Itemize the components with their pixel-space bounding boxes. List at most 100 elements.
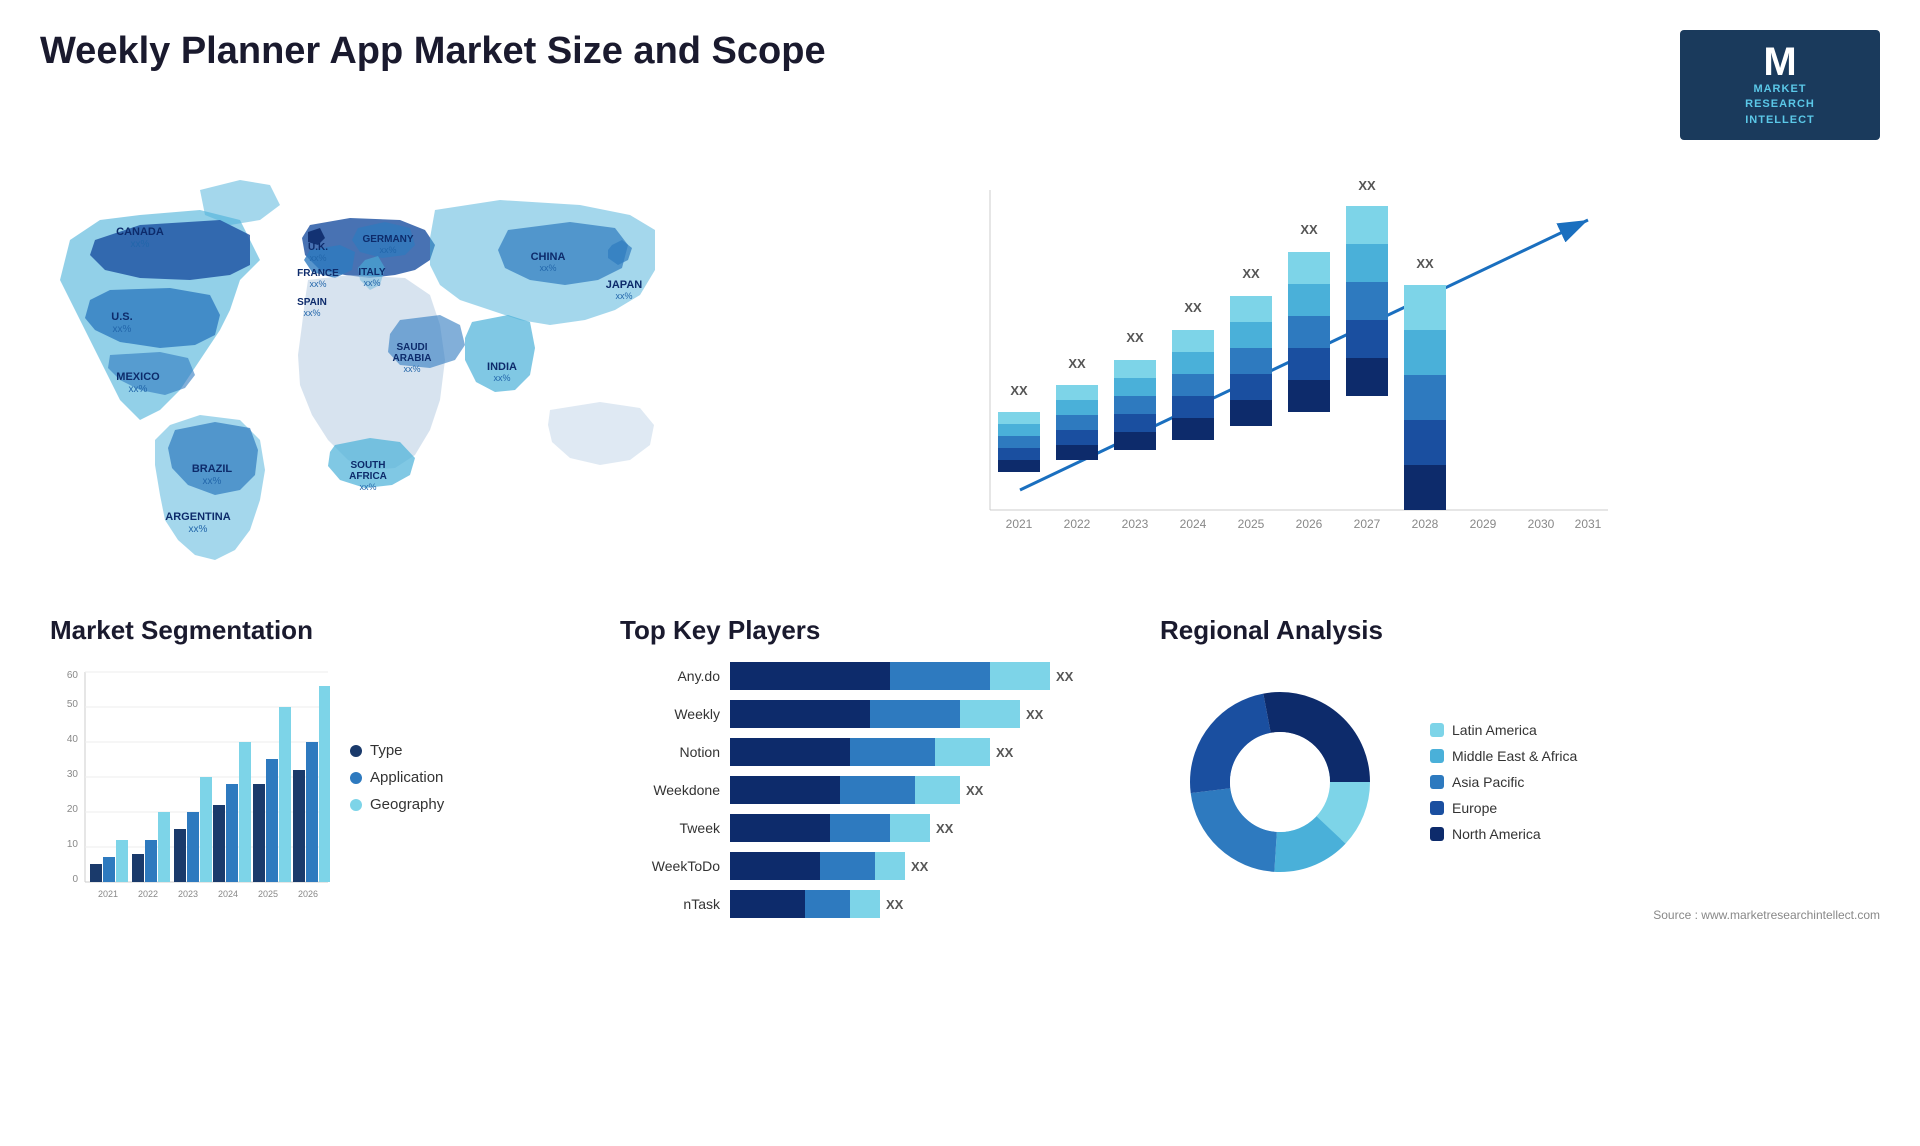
logo-letter: M	[1763, 42, 1796, 82]
svg-text:2027: 2027	[1354, 517, 1381, 531]
svg-text:2021: 2021	[1006, 517, 1033, 531]
player-bar-anydo: XX	[730, 662, 1140, 690]
india-label: INDIA	[487, 361, 517, 373]
svg-text:xx%: xx%	[309, 279, 326, 289]
player-bar-notion: XX	[730, 738, 1140, 766]
player-name-weektodo: WeekToDo	[620, 858, 720, 874]
legend-geography: Geography	[350, 796, 444, 813]
svg-text:XX: XX	[1300, 222, 1318, 237]
geography-dot	[350, 799, 362, 811]
geography-label: Geography	[370, 796, 444, 813]
svg-text:xx%: xx%	[359, 482, 376, 492]
svg-text:XX: XX	[1126, 330, 1144, 345]
bar-chart-section: XX XX XX XX	[680, 160, 1880, 595]
svg-text:2030: 2030	[1528, 517, 1555, 531]
type-dot	[350, 745, 362, 757]
type-label: Type	[370, 742, 403, 759]
players-section: Top Key Players Any.do XX Weekly	[620, 615, 1140, 928]
canada-label: CANADA	[116, 226, 164, 238]
svg-text:2025: 2025	[258, 889, 278, 899]
southafrica-label: SOUTH	[351, 460, 386, 471]
europe-dot	[1430, 801, 1444, 815]
header: Weekly Planner App Market Size and Scope…	[40, 30, 1880, 140]
bottom-section: Market Segmentation 0 10 20 30 40 50 60	[40, 615, 1880, 928]
player-bar-weekdone: XX	[730, 776, 1140, 804]
reg-latin: Latin America	[1430, 722, 1577, 738]
player-name-notion: Notion	[620, 744, 720, 760]
player-row-notion: Notion XX	[620, 738, 1140, 766]
player-row-weekdone: Weekdone XX	[620, 776, 1140, 804]
legend-application: Application	[350, 769, 444, 786]
latin-dot	[1430, 723, 1444, 737]
asiapac-dot	[1430, 775, 1444, 789]
svg-text:20: 20	[67, 804, 79, 815]
svg-text:XX: XX	[1010, 383, 1028, 398]
svg-text:50: 50	[67, 699, 79, 710]
player-xx-weekly: XX	[1026, 707, 1043, 722]
germany-label: GERMANY	[362, 234, 413, 245]
regional-section: Regional Analysis	[1160, 615, 1880, 928]
svg-text:2023: 2023	[178, 889, 198, 899]
seg-legend: Type Application Geography	[350, 662, 444, 823]
italy-label: ITALY	[358, 267, 386, 278]
player-name-weekdone: Weekdone	[620, 782, 720, 798]
map-container: CANADA xx% U.S. xx% MEXICO xx% BRAZIL xx…	[40, 160, 660, 580]
svg-text:2028: 2028	[1412, 517, 1439, 531]
mea-dot	[1430, 749, 1444, 763]
svg-text:xx%: xx%	[539, 263, 556, 273]
svg-text:2022: 2022	[1064, 517, 1091, 531]
donut-wrap: Latin America Middle East & Africa Asia …	[1160, 662, 1880, 902]
player-xx-weekdone: XX	[966, 783, 983, 798]
reg-asiapac: Asia Pacific	[1430, 774, 1577, 790]
svg-text:XX: XX	[1184, 300, 1202, 315]
player-name-ntask: nTask	[620, 896, 720, 912]
player-bar-tweek: XX	[730, 814, 1140, 842]
svg-text:2031: 2031	[1575, 517, 1602, 531]
svg-text:30: 30	[67, 769, 79, 780]
brazil-label: BRAZIL	[192, 463, 233, 475]
mexico-label: MEXICO	[116, 371, 160, 383]
reg-northam: North America	[1430, 826, 1577, 842]
main-grid: CANADA xx% U.S. xx% MEXICO xx% BRAZIL xx…	[40, 160, 1880, 928]
source-text: Source : www.marketresearchintellect.com	[1160, 908, 1880, 922]
argentina-label: ARGENTINA	[165, 511, 230, 523]
saudi-label: SAUDI	[396, 342, 427, 353]
svg-text:ARABIA: ARABIA	[393, 353, 432, 364]
donut-chart	[1160, 662, 1400, 902]
svg-text:xx%: xx%	[131, 239, 150, 250]
logo-text: MARKETRESEARCHINTELLECT	[1745, 82, 1815, 128]
svg-text:XX: XX	[1068, 356, 1086, 371]
player-name-weekly: Weekly	[620, 706, 720, 722]
reg-mea: Middle East & Africa	[1430, 748, 1577, 764]
latin-label: Latin America	[1452, 722, 1537, 738]
svg-text:xx%: xx%	[303, 308, 320, 318]
svg-text:XX: XX	[1358, 178, 1376, 193]
svg-text:xx%: xx%	[379, 245, 396, 255]
world-map-svg: CANADA xx% U.S. xx% MEXICO xx% BRAZIL xx…	[40, 160, 660, 580]
application-dot	[350, 772, 362, 784]
regional-legend: Latin America Middle East & Africa Asia …	[1430, 722, 1577, 842]
player-row-anydo: Any.do XX	[620, 662, 1140, 690]
svg-text:xx%: xx%	[113, 324, 132, 335]
svg-text:xx%: xx%	[203, 476, 222, 487]
svg-text:10: 10	[67, 839, 79, 850]
svg-text:2024: 2024	[1180, 517, 1207, 531]
svg-text:2026: 2026	[1296, 517, 1323, 531]
player-bar-weekly: XX	[730, 700, 1140, 728]
seg-chart-wrapper: 0 10 20 30 40 50 60	[50, 662, 590, 922]
svg-text:xx%: xx%	[309, 253, 326, 263]
svg-text:2021: 2021	[98, 889, 118, 899]
svg-text:xx%: xx%	[189, 524, 208, 535]
players-title: Top Key Players	[620, 615, 1140, 646]
player-bar-ntask: XX	[730, 890, 1140, 918]
player-bar-weektodo: XX	[730, 852, 1140, 880]
player-xx-notion: XX	[996, 745, 1013, 760]
svg-text:0: 0	[72, 874, 78, 885]
japan-label: JAPAN	[606, 279, 643, 291]
us-label: U.S.	[111, 311, 132, 323]
regional-title: Regional Analysis	[1160, 615, 1880, 646]
mea-label: Middle East & Africa	[1452, 748, 1577, 764]
svg-text:40: 40	[67, 734, 79, 745]
player-xx-weektodo: XX	[911, 859, 928, 874]
svg-text:2024: 2024	[218, 889, 238, 899]
